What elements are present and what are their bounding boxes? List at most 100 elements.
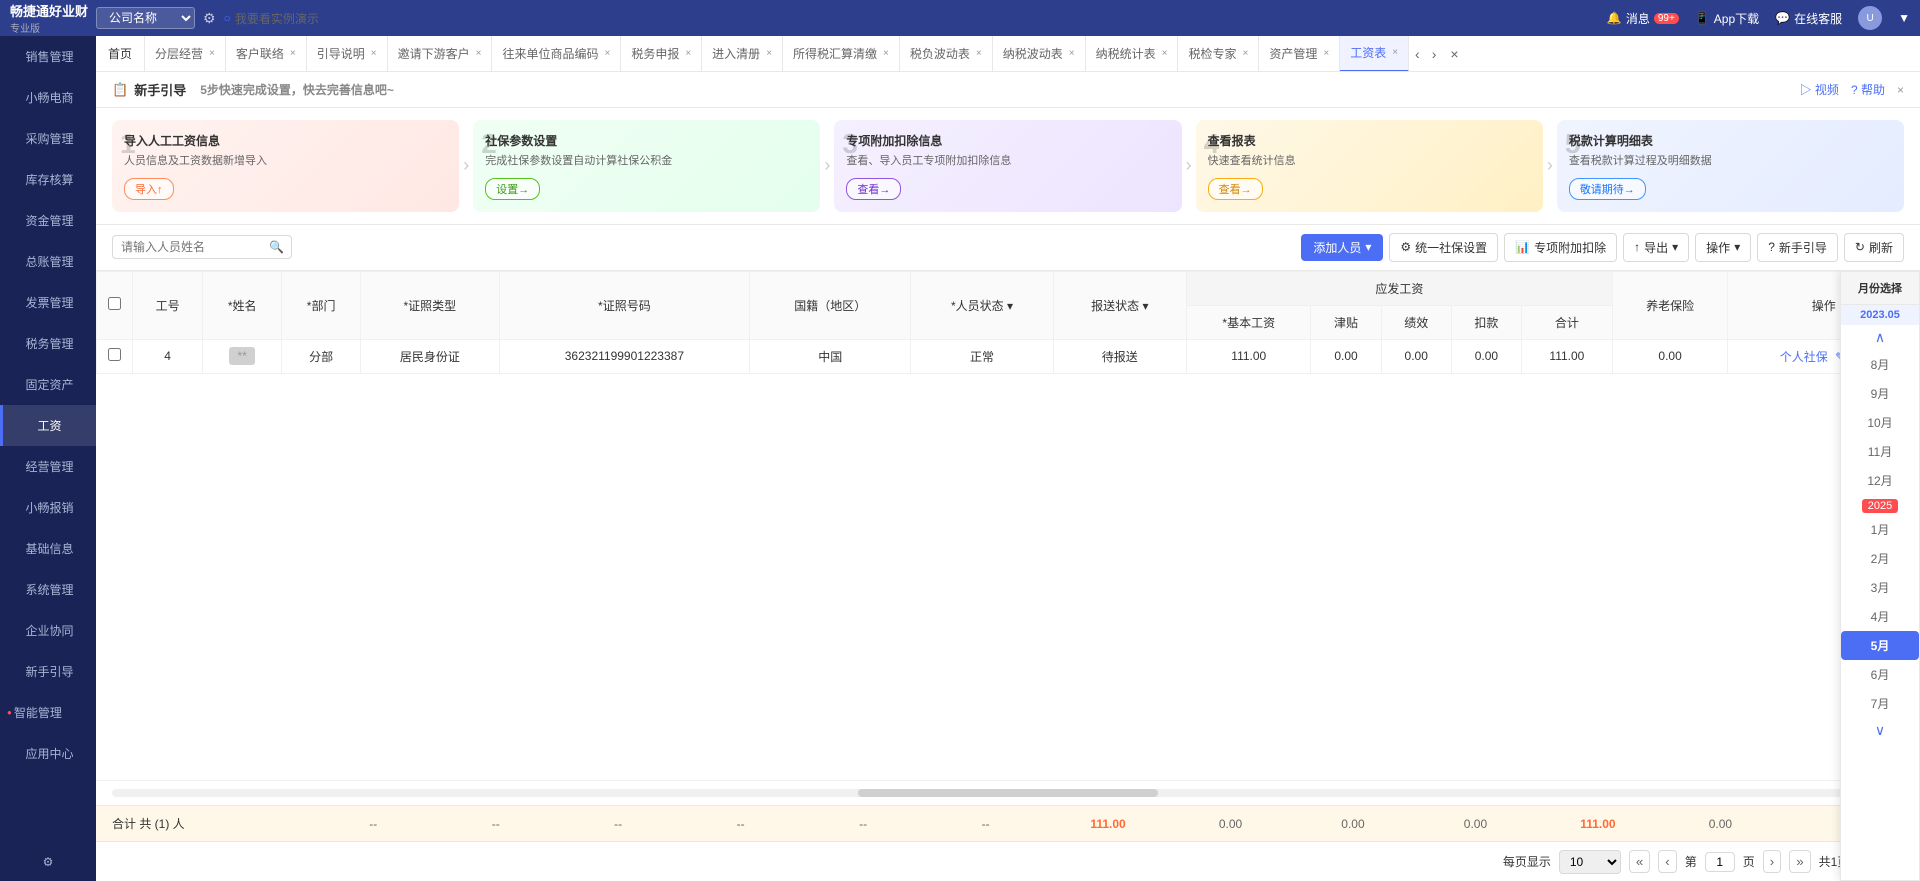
- filter-icon[interactable]: ▾: [1007, 299, 1013, 313]
- tab-tax-dynamic[interactable]: 纳税波动表 ×: [993, 36, 1086, 72]
- tab-invite[interactable]: 邀请下游客户 ×: [388, 36, 493, 72]
- last-page-button[interactable]: »: [1789, 850, 1810, 873]
- sidebar-item-ecommerce[interactable]: 小畅电商: [0, 77, 96, 118]
- close-icon[interactable]: ×: [766, 48, 772, 59]
- user-avatar[interactable]: U: [1858, 6, 1882, 30]
- app-download-button[interactable]: 📱 App下载: [1695, 10, 1759, 27]
- select-all-checkbox[interactable]: [108, 297, 121, 310]
- step2-btn[interactable]: 设置→: [485, 178, 540, 200]
- guide-video-link[interactable]: ▷ 视频: [1800, 81, 1839, 98]
- tab-fen-ceng[interactable]: 分层经营 ×: [145, 36, 226, 72]
- month-8[interactable]: 8月: [1841, 350, 1919, 379]
- close-icon[interactable]: ×: [1242, 48, 1248, 59]
- guide-help-link[interactable]: ? 帮助: [1851, 81, 1885, 98]
- user-menu-button[interactable]: ▼: [1898, 11, 1910, 25]
- tab-tax-stats[interactable]: 纳税统计表 ×: [1086, 36, 1179, 72]
- page-size-select[interactable]: 10 20 50: [1559, 850, 1621, 874]
- special-deduction-button[interactable]: 📊 专项附加扣除: [1504, 233, 1617, 262]
- sidebar-item-basic[interactable]: 基础信息: [0, 528, 96, 569]
- month-11[interactable]: 11月: [1841, 437, 1919, 466]
- close-icon[interactable]: ×: [209, 48, 215, 59]
- month-6[interactable]: 6月: [1841, 660, 1919, 689]
- tab-tax-expert[interactable]: 税检专家 ×: [1178, 36, 1259, 72]
- sidebar-item-sales[interactable]: 销售管理: [0, 36, 96, 77]
- tab-salary-table[interactable]: 工资表 ×: [1340, 36, 1409, 72]
- prev-page-button[interactable]: ‹: [1658, 850, 1676, 873]
- close-icon[interactable]: ×: [476, 48, 482, 59]
- demo-link[interactable]: ○ 我要看实例演示: [224, 10, 319, 27]
- tab-prev-button[interactable]: ‹: [1409, 46, 1426, 62]
- tab-guide-desc[interactable]: 引导说明 ×: [307, 36, 388, 72]
- step4-btn[interactable]: 查看→: [1208, 178, 1263, 200]
- close-icon[interactable]: ×: [1323, 48, 1329, 59]
- tab-asset-mgmt[interactable]: 资产管理 ×: [1259, 36, 1340, 72]
- export-button[interactable]: ↑ 导出 ▾: [1623, 233, 1689, 262]
- next-page-button[interactable]: ›: [1763, 850, 1781, 873]
- month-4[interactable]: 4月: [1841, 602, 1919, 631]
- sidebar-item-ledger[interactable]: 总账管理: [0, 241, 96, 282]
- tab-next-button[interactable]: ›: [1426, 46, 1443, 62]
- month-7[interactable]: 7月: [1841, 689, 1919, 718]
- sidebar-item-invoice[interactable]: 发票管理: [0, 282, 96, 323]
- close-icon[interactable]: ×: [685, 48, 691, 59]
- close-icon[interactable]: ×: [1162, 48, 1168, 59]
- sidebar-item-system[interactable]: 系统管理: [0, 569, 96, 610]
- year-2025-badge[interactable]: 2025: [1862, 499, 1898, 513]
- tab-client[interactable]: 客户联络 ×: [226, 36, 307, 72]
- tab-tax-burden[interactable]: 税负波动表 ×: [900, 36, 993, 72]
- close-icon[interactable]: ×: [883, 48, 889, 59]
- step1-btn[interactable]: 导入↑: [124, 178, 174, 200]
- sidebar-item-finance[interactable]: 资金管理: [0, 200, 96, 241]
- first-page-button[interactable]: «: [1629, 850, 1650, 873]
- month-2[interactable]: 2月: [1841, 544, 1919, 573]
- tab-product-code[interactable]: 往来单位商品编码 ×: [492, 36, 621, 72]
- tab-home[interactable]: 首页: [96, 36, 145, 72]
- tab-inventory[interactable]: 进入清册 ×: [702, 36, 783, 72]
- month-5[interactable]: 5月: [1841, 631, 1919, 660]
- current-page-input[interactable]: [1705, 852, 1735, 872]
- tab-close-all-button[interactable]: ×: [1442, 46, 1466, 62]
- month-down-button[interactable]: ∨: [1875, 722, 1885, 739]
- month-up-button[interactable]: ∧: [1875, 329, 1885, 346]
- step5-btn[interactable]: 敬请期待→: [1569, 178, 1646, 200]
- sidebar-item-collab[interactable]: 企业协同: [0, 610, 96, 651]
- sidebar-item-inventory[interactable]: 库存核算: [0, 159, 96, 200]
- unified-settings-button[interactable]: ⚙ 统一社保设置: [1389, 233, 1498, 262]
- filter-icon[interactable]: ▾: [1142, 299, 1148, 313]
- company-dropdown[interactable]: 公司名称: [96, 7, 195, 29]
- close-icon[interactable]: ×: [1392, 47, 1398, 58]
- step3-btn[interactable]: 查看→: [846, 178, 901, 200]
- sidebar-item-operations[interactable]: 经营管理: [0, 446, 96, 487]
- sidebar-item-apps[interactable]: 应用中心: [0, 733, 96, 774]
- close-icon[interactable]: ×: [371, 48, 377, 59]
- horizontal-scrollbar[interactable]: [96, 780, 1920, 805]
- guide-close-button[interactable]: ×: [1897, 83, 1904, 97]
- sidebar-item-ai[interactable]: ● 智能管理: [0, 692, 96, 733]
- month-1[interactable]: 1月: [1841, 515, 1919, 544]
- notification-button[interactable]: 🔔 消息 99+: [1607, 10, 1679, 27]
- month-9[interactable]: 9月: [1841, 379, 1919, 408]
- sidebar-item-purchase[interactable]: 采购管理: [0, 118, 96, 159]
- close-icon[interactable]: ×: [1069, 48, 1075, 59]
- refresh-button[interactable]: ↻ 刷新: [1844, 233, 1904, 262]
- new-guide-button[interactable]: ? 新手引导: [1757, 233, 1838, 262]
- sidebar-item-salary[interactable]: 工资: [0, 405, 96, 446]
- personal-insurance-link[interactable]: 个人社保: [1780, 350, 1828, 364]
- close-icon[interactable]: ×: [290, 48, 296, 59]
- month-10[interactable]: 10月: [1841, 408, 1919, 437]
- month-3[interactable]: 3月: [1841, 573, 1919, 602]
- sidebar-item-tax[interactable]: 税务管理: [0, 323, 96, 364]
- search-input[interactable]: [112, 235, 292, 259]
- tab-tax-report[interactable]: 税务申报 ×: [621, 36, 702, 72]
- sidebar-settings-button[interactable]: ⚙: [0, 843, 96, 881]
- add-employee-button[interactable]: 添加人员 ▾: [1301, 234, 1383, 261]
- online-service-button[interactable]: 💬 在线客服: [1775, 10, 1842, 27]
- close-icon[interactable]: ×: [604, 48, 610, 59]
- operations-button[interactable]: 操作 ▾: [1695, 233, 1751, 262]
- sidebar-item-assets[interactable]: 固定资产: [0, 364, 96, 405]
- sidebar-item-guide[interactable]: 新手引导: [0, 651, 96, 692]
- sidebar-item-expense[interactable]: 小畅报销: [0, 487, 96, 528]
- settings-icon[interactable]: ⚙: [203, 10, 216, 27]
- tab-income-tax[interactable]: 所得税汇算清缴 ×: [783, 36, 900, 72]
- row-checkbox[interactable]: [108, 348, 121, 361]
